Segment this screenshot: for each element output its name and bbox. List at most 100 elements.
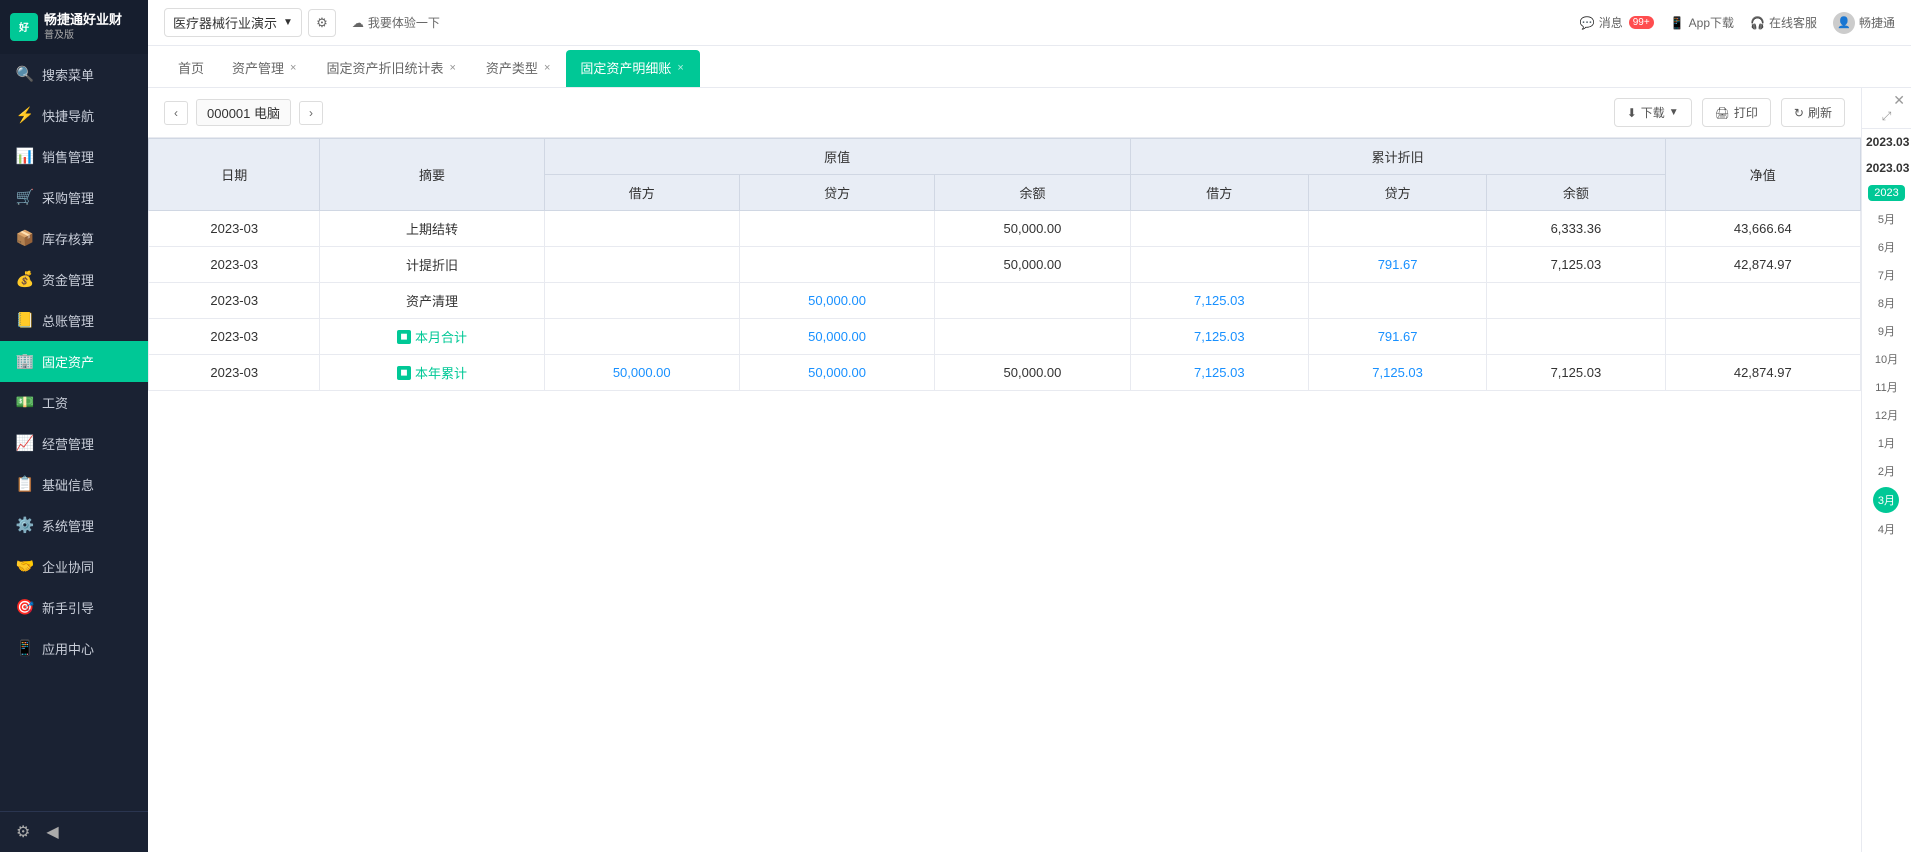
download-button[interactable]: ⬇ 下载 ▼ bbox=[1614, 98, 1692, 127]
sidebar-label-ledger: 总账管理 bbox=[42, 311, 94, 330]
col-accumulated-depreciation: 累计折旧 bbox=[1130, 139, 1665, 175]
sidebar-item-sales[interactable]: 📊 销售管理 bbox=[0, 136, 148, 177]
tab-depreciation-stats[interactable]: 固定资产折旧统计表 × bbox=[312, 50, 471, 87]
refresh-icon: ↻ bbox=[1794, 106, 1804, 120]
timeline-month-item[interactable]: 2月 bbox=[1868, 457, 1904, 485]
sidebar-item-system[interactable]: ⚙️ 系统管理 bbox=[0, 505, 148, 546]
cell-lj-balance bbox=[1487, 283, 1665, 319]
sidebar-item-quick-nav[interactable]: ⚡ 快捷导航 bbox=[0, 95, 148, 136]
next-asset-button[interactable]: › bbox=[299, 101, 323, 125]
cell-summary: ◼本月合计 bbox=[320, 319, 544, 355]
main-panel: ‹ 000001 电脑 › ⬇ 下载 ▼ 🖨 打印 ↻ 刷新 bbox=[148, 88, 1861, 852]
timeline-month-item[interactable]: 11月 bbox=[1868, 373, 1904, 401]
sidebar-item-collab[interactable]: 🤝 企业协同 bbox=[0, 546, 148, 587]
notifications-label: 消息 bbox=[1599, 14, 1623, 31]
cell-summary: 资产清理 bbox=[320, 283, 544, 319]
cell-yz-balance bbox=[935, 319, 1130, 355]
sidebar-item-fixed-assets[interactable]: 🏢 固定资产 bbox=[0, 341, 148, 382]
tab-asset-detail-ledger-close[interactable]: × bbox=[675, 62, 685, 74]
notification-icon: 💬 bbox=[1580, 16, 1595, 30]
cell-date: 2023-03 bbox=[149, 319, 320, 355]
header-right: 💬 消息 99+ 📱 App下载 🎧 在线客服 👤 畅捷通 bbox=[1580, 12, 1895, 34]
timeline-month-item[interactable]: 9月 bbox=[1868, 317, 1904, 345]
system-icon: ⚙️ bbox=[16, 516, 34, 534]
collapse-icon[interactable]: ◀ bbox=[46, 822, 58, 842]
tab-asset-type-close[interactable]: × bbox=[542, 62, 552, 74]
cell-date: 2023-03 bbox=[149, 247, 320, 283]
cell-summary: 上期结转 bbox=[320, 211, 544, 247]
timeline-month-item[interactable]: 12月 bbox=[1868, 401, 1904, 429]
close-panel-button[interactable]: ✕ bbox=[1893, 92, 1911, 109]
table-row: 2023-03 计提折旧 50,000.00 791.67 7,125.03 4… bbox=[149, 247, 1861, 283]
timeline-month-item[interactable]: 7月 bbox=[1868, 261, 1904, 289]
timeline-month-item[interactable]: 5月 bbox=[1868, 205, 1904, 233]
timeline-month-item[interactable]: 6月 bbox=[1868, 233, 1904, 261]
company-name: 医疗器械行业演示 bbox=[173, 13, 277, 32]
cell-lj-credit: 791.67 bbox=[1308, 319, 1486, 355]
cell-yz-credit: 50,000.00 bbox=[739, 319, 934, 355]
timeline-date2: 2023.03 bbox=[1862, 155, 1911, 181]
sidebar-item-operations[interactable]: 📈 经营管理 bbox=[0, 423, 148, 464]
cell-yz-balance: 50,000.00 bbox=[935, 247, 1130, 283]
cell-yz-debit bbox=[544, 247, 739, 283]
tab-asset-mgmt-label: 资产管理 bbox=[232, 58, 284, 77]
customer-service-button[interactable]: 🎧 在线客服 bbox=[1750, 14, 1817, 31]
tab-asset-mgmt[interactable]: 资产管理 × bbox=[218, 50, 312, 87]
guide-icon: 🎯 bbox=[16, 598, 34, 616]
timeline-month-item[interactable]: 10月 bbox=[1868, 345, 1904, 373]
cell-lj-balance: 7,125.03 bbox=[1487, 355, 1665, 391]
table-row: 2023-03 资产清理 50,000.00 7,125.03 bbox=[149, 283, 1861, 319]
expand-panel-button[interactable]: ⤢ bbox=[1882, 109, 1892, 124]
col-date: 日期 bbox=[149, 139, 320, 211]
cell-yz-balance: 50,000.00 bbox=[935, 211, 1130, 247]
sidebar-item-salary[interactable]: 💵 工资 bbox=[0, 382, 148, 423]
print-button[interactable]: 🖨 打印 bbox=[1702, 98, 1771, 127]
notifications-badge: 99+ bbox=[1629, 16, 1654, 29]
experience-button[interactable]: ☁ 我要体验一下 bbox=[352, 14, 440, 31]
cell-date: 2023-03 bbox=[149, 283, 320, 319]
download-label: 下载 bbox=[1641, 104, 1665, 121]
sidebar-item-finance[interactable]: 💰 资金管理 bbox=[0, 259, 148, 300]
tab-home[interactable]: 首页 bbox=[164, 50, 218, 87]
timeline-months: 2023 5月6月7月8月9月10月11月12月1月2月3月4月 bbox=[1868, 181, 1904, 543]
company-selector[interactable]: 医疗器械行业演示 ▼ bbox=[164, 8, 302, 37]
sidebar-label-fixed-assets: 固定资产 bbox=[42, 352, 94, 371]
col-summary: 摘要 bbox=[320, 139, 544, 211]
sidebar-menu: 🔍 搜索菜单 ⚡ 快捷导航 📊 销售管理 🛒 采购管理 📦 库存核算 💰 资金管… bbox=[0, 54, 148, 811]
timeline-month-item[interactable]: 1月 bbox=[1868, 429, 1904, 457]
sidebar-item-search[interactable]: 🔍 搜索菜单 bbox=[0, 54, 148, 95]
sidebar-item-ledger[interactable]: 📒 总账管理 bbox=[0, 300, 148, 341]
operations-icon: 📈 bbox=[16, 434, 34, 452]
user-menu[interactable]: 👤 畅捷通 bbox=[1833, 12, 1895, 34]
content-area: ‹ 000001 电脑 › ⬇ 下载 ▼ 🖨 打印 ↻ 刷新 bbox=[148, 88, 1911, 852]
refresh-label: 刷新 bbox=[1808, 104, 1832, 121]
sidebar-item-inventory[interactable]: 📦 库存核算 bbox=[0, 218, 148, 259]
tab-asset-detail-ledger[interactable]: 固定资产明细账 × bbox=[566, 50, 699, 87]
tab-asset-type[interactable]: 资产类型 × bbox=[472, 50, 566, 87]
gear-icon: ⚙ bbox=[316, 15, 328, 31]
tab-depreciation-stats-close[interactable]: × bbox=[447, 62, 457, 74]
app-download-button[interactable]: 📱 App下载 bbox=[1670, 14, 1734, 31]
refresh-button[interactable]: ↻ 刷新 bbox=[1781, 98, 1845, 127]
cell-yz-balance: 50,000.00 bbox=[935, 355, 1130, 391]
cell-lj-credit bbox=[1308, 283, 1486, 319]
sidebar-label-app-center: 应用中心 bbox=[42, 639, 94, 658]
sidebar-item-app-center[interactable]: 📱 应用中心 bbox=[0, 628, 148, 669]
cell-net-value: 42,874.97 bbox=[1665, 247, 1860, 283]
sidebar-item-guide[interactable]: 🎯 新手引导 bbox=[0, 587, 148, 628]
timeline-month-item[interactable]: 3月 bbox=[1868, 487, 1904, 513]
experience-icon: ☁ bbox=[352, 16, 364, 30]
notifications-button[interactable]: 💬 消息 99+ bbox=[1580, 14, 1654, 31]
settings-bottom-icon[interactable]: ⚙ bbox=[16, 822, 30, 842]
timeline-month-item[interactable]: 4月 bbox=[1868, 515, 1904, 543]
year-badge: 2023 bbox=[1868, 185, 1904, 201]
timeline-month-item[interactable]: 8月 bbox=[1868, 289, 1904, 317]
dropdown-icon: ▼ bbox=[283, 17, 293, 28]
settings-button[interactable]: ⚙ bbox=[308, 9, 336, 37]
sidebar-item-basic-info[interactable]: 📋 基础信息 bbox=[0, 464, 148, 505]
tab-asset-mgmt-close[interactable]: × bbox=[288, 62, 298, 74]
cell-lj-debit bbox=[1130, 211, 1308, 247]
sidebar-item-purchase[interactable]: 🛒 采购管理 bbox=[0, 177, 148, 218]
prev-asset-button[interactable]: ‹ bbox=[164, 101, 188, 125]
cell-date: 2023-03 bbox=[149, 355, 320, 391]
